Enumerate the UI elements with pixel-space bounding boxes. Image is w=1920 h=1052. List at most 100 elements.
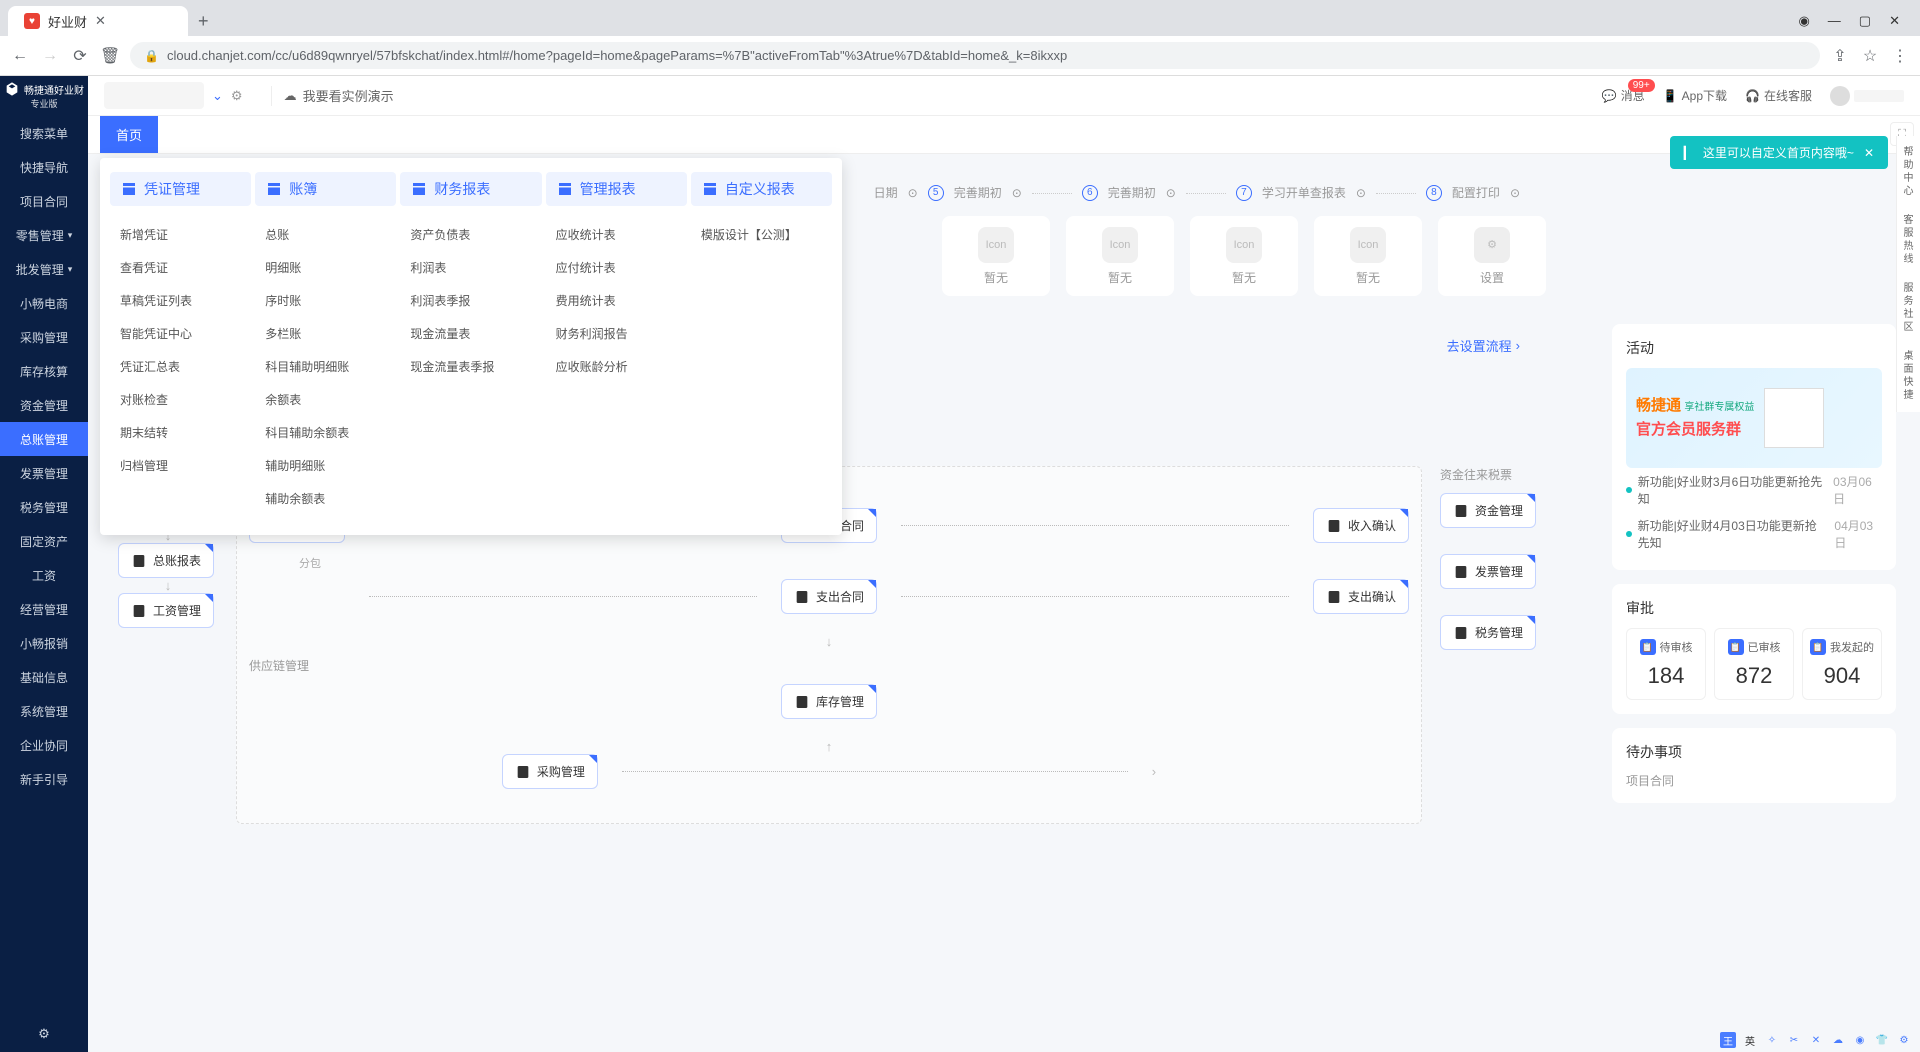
flow-node-gl-report[interactable]: 总账报表 bbox=[118, 543, 214, 578]
mega-category-header[interactable]: 管理报表 bbox=[546, 172, 687, 206]
tab-home[interactable]: 首页 bbox=[100, 116, 158, 153]
mega-menu-item[interactable]: 科目辅助余额表 bbox=[255, 416, 396, 449]
mega-menu-item[interactable]: 现金流量表季报 bbox=[400, 350, 541, 383]
brand-logo[interactable]: 畅捷通好业财 专业版 bbox=[0, 76, 88, 116]
mega-menu-item[interactable]: 现金流量表 bbox=[400, 317, 541, 350]
mega-menu-item[interactable]: 辅助余额表 bbox=[255, 482, 396, 515]
sidebar-item[interactable]: 采购管理 bbox=[0, 320, 88, 354]
sidebar-item[interactable]: 总账管理 bbox=[0, 422, 88, 456]
sidebar-item[interactable]: 小畅报销 bbox=[0, 626, 88, 660]
rail-item[interactable]: 服务社区 bbox=[1899, 278, 1918, 338]
rail-item[interactable]: 客服热线 bbox=[1899, 210, 1918, 270]
mega-menu-item[interactable]: 余额表 bbox=[255, 383, 396, 416]
mega-menu-item[interactable]: 应收账龄分析 bbox=[546, 350, 687, 383]
tray-icon[interactable]: ◉ bbox=[1852, 1032, 1868, 1048]
tray-ime-icon[interactable]: 英 bbox=[1742, 1032, 1758, 1048]
sidebar-item[interactable]: 基础信息 bbox=[0, 660, 88, 694]
flow-node-salary[interactable]: 工资管理 bbox=[118, 593, 214, 628]
flow-node-income-confirm[interactable]: 收入确认 bbox=[1313, 508, 1409, 543]
url-input[interactable]: 🔒 cloud.chanjet.com/cc/u6d89qwnryel/57bf… bbox=[130, 42, 1820, 69]
mega-menu-item[interactable]: 费用统计表 bbox=[546, 284, 687, 317]
star-icon[interactable]: ☆ bbox=[1860, 46, 1880, 66]
sidebar-item[interactable]: 固定资产 bbox=[0, 524, 88, 558]
mega-menu-item[interactable]: 明细账 bbox=[255, 251, 396, 284]
sidebar-item[interactable]: 税务管理 bbox=[0, 490, 88, 524]
mega-menu-item[interactable]: 利润表 bbox=[400, 251, 541, 284]
promo-banner[interactable]: 畅捷通 享社群专属权益 官方会员服务群 bbox=[1626, 368, 1882, 468]
mega-menu-item[interactable]: 总账 bbox=[255, 218, 396, 251]
mega-category-header[interactable]: 凭证管理 bbox=[110, 172, 251, 206]
flow-settings-link[interactable]: 去设置流程› bbox=[1447, 336, 1520, 355]
forward-icon[interactable]: → bbox=[40, 47, 60, 65]
tray-icon[interactable]: ✂ bbox=[1786, 1032, 1802, 1048]
demo-link[interactable]: ☁ 我要看实例演示 bbox=[284, 86, 394, 105]
tray-icon[interactable]: ☁ bbox=[1830, 1032, 1846, 1048]
mega-menu-item[interactable]: 草稿凭证列表 bbox=[110, 284, 251, 317]
approval-card[interactable]: 📋待审核184 bbox=[1626, 628, 1706, 700]
mega-menu-item[interactable]: 对账检查 bbox=[110, 383, 251, 416]
quick-card-empty[interactable]: Icon暂无 bbox=[1190, 216, 1298, 296]
mega-menu-item[interactable]: 模版设计【公测】 bbox=[691, 218, 832, 251]
new-tab-button[interactable]: + bbox=[198, 11, 209, 32]
mega-category-header[interactable]: 账簿 bbox=[255, 172, 396, 206]
menu-icon[interactable]: ⋮ bbox=[1890, 46, 1910, 66]
user-menu[interactable] bbox=[1830, 86, 1904, 106]
mega-menu-item[interactable]: 应付统计表 bbox=[546, 251, 687, 284]
quick-card-settings[interactable]: ⚙设置 bbox=[1438, 216, 1546, 296]
tip-close-icon[interactable]: ✕ bbox=[1864, 146, 1874, 160]
sidebar-item[interactable]: 零售管理▾ bbox=[0, 218, 88, 252]
share-icon[interactable]: ⇪ bbox=[1830, 46, 1850, 66]
mega-menu-item[interactable]: 科目辅助明细账 bbox=[255, 350, 396, 383]
gear-icon[interactable]: ⚙ bbox=[231, 88, 243, 104]
reload-icon[interactable]: ⟳ bbox=[70, 46, 90, 66]
news-item[interactable]: 新功能|好业财3月6日功能更新抢先知03月06日 bbox=[1626, 468, 1882, 512]
mega-menu-item[interactable]: 辅助明细账 bbox=[255, 449, 396, 482]
flow-node-purchase[interactable]: 采购管理 bbox=[502, 754, 598, 789]
mega-menu-item[interactable]: 期末结转 bbox=[110, 416, 251, 449]
mega-menu-item[interactable]: 凭证汇总表 bbox=[110, 350, 251, 383]
quick-card-empty[interactable]: Icon暂无 bbox=[1066, 216, 1174, 296]
tray-icon[interactable]: ⚙ bbox=[1896, 1032, 1912, 1048]
mega-menu-item[interactable]: 智能凭证中心 bbox=[110, 317, 251, 350]
sidebar-item[interactable]: 快捷导航 bbox=[0, 150, 88, 184]
tray-icon[interactable]: ✧ bbox=[1764, 1032, 1780, 1048]
close-window-icon[interactable]: ✕ bbox=[1889, 13, 1900, 29]
flow-node-fund-mgmt[interactable]: 资金管理 bbox=[1440, 493, 1536, 528]
flow-node-expense-confirm[interactable]: 支出确认 bbox=[1313, 579, 1409, 614]
sidebar-item[interactable]: 项目合同 bbox=[0, 184, 88, 218]
app-download-button[interactable]: 📱 App下载 bbox=[1663, 87, 1727, 104]
tab-close-icon[interactable]: ✕ bbox=[95, 13, 106, 29]
mega-category-header[interactable]: 财务报表 bbox=[400, 172, 541, 206]
rail-item[interactable]: 桌面快捷 bbox=[1899, 346, 1918, 406]
back-icon[interactable]: ← bbox=[10, 47, 30, 65]
rail-item[interactable]: 帮助中心 bbox=[1899, 142, 1918, 202]
mega-menu-item[interactable]: 应收统计表 bbox=[546, 218, 687, 251]
sidebar-item[interactable]: 工资 bbox=[0, 558, 88, 592]
delete-icon[interactable]: 🗑 bbox=[100, 46, 120, 66]
sidebar-item[interactable]: 经营管理 bbox=[0, 592, 88, 626]
sidebar-item[interactable]: 搜索菜单 bbox=[0, 116, 88, 150]
mega-menu-item[interactable]: 财务利润报告 bbox=[546, 317, 687, 350]
flow-node-expense-contract[interactable]: 支出合同 bbox=[781, 579, 877, 614]
mega-menu-item[interactable]: 归档管理 bbox=[110, 449, 251, 482]
customer-service-button[interactable]: 🎧 在线客服 bbox=[1745, 87, 1812, 104]
quick-card-empty[interactable]: Icon暂无 bbox=[1314, 216, 1422, 296]
news-item[interactable]: 新功能|好业财4月03日功能更新抢先知04月03日 bbox=[1626, 512, 1882, 556]
sidebar-item[interactable]: 库存核算 bbox=[0, 354, 88, 388]
org-selector[interactable]: ⌄ ⚙ bbox=[88, 82, 259, 109]
sidebar-item[interactable]: 资金管理 bbox=[0, 388, 88, 422]
flow-node-tax-mgmt[interactable]: 税务管理 bbox=[1440, 615, 1536, 650]
mega-menu-item[interactable]: 序时账 bbox=[255, 284, 396, 317]
minimize-icon[interactable]: — bbox=[1828, 13, 1841, 29]
sidebar-item[interactable]: 企业协同 bbox=[0, 728, 88, 762]
quick-card-empty[interactable]: Icon暂无 bbox=[942, 216, 1050, 296]
messages-button[interactable]: 💬 消息 99+ bbox=[1602, 87, 1645, 104]
tray-icon[interactable]: 王 bbox=[1720, 1032, 1736, 1048]
settings-dot-icon[interactable]: ◉ bbox=[1798, 13, 1809, 29]
mega-menu-item[interactable]: 资产负债表 bbox=[400, 218, 541, 251]
mega-menu-item[interactable]: 新增凭证 bbox=[110, 218, 251, 251]
mega-menu-item[interactable]: 查看凭证 bbox=[110, 251, 251, 284]
flow-node-invoice-mgmt[interactable]: 发票管理 bbox=[1440, 554, 1536, 589]
maximize-icon[interactable]: ▢ bbox=[1859, 13, 1871, 29]
sidebar-item[interactable]: 小畅电商 bbox=[0, 286, 88, 320]
